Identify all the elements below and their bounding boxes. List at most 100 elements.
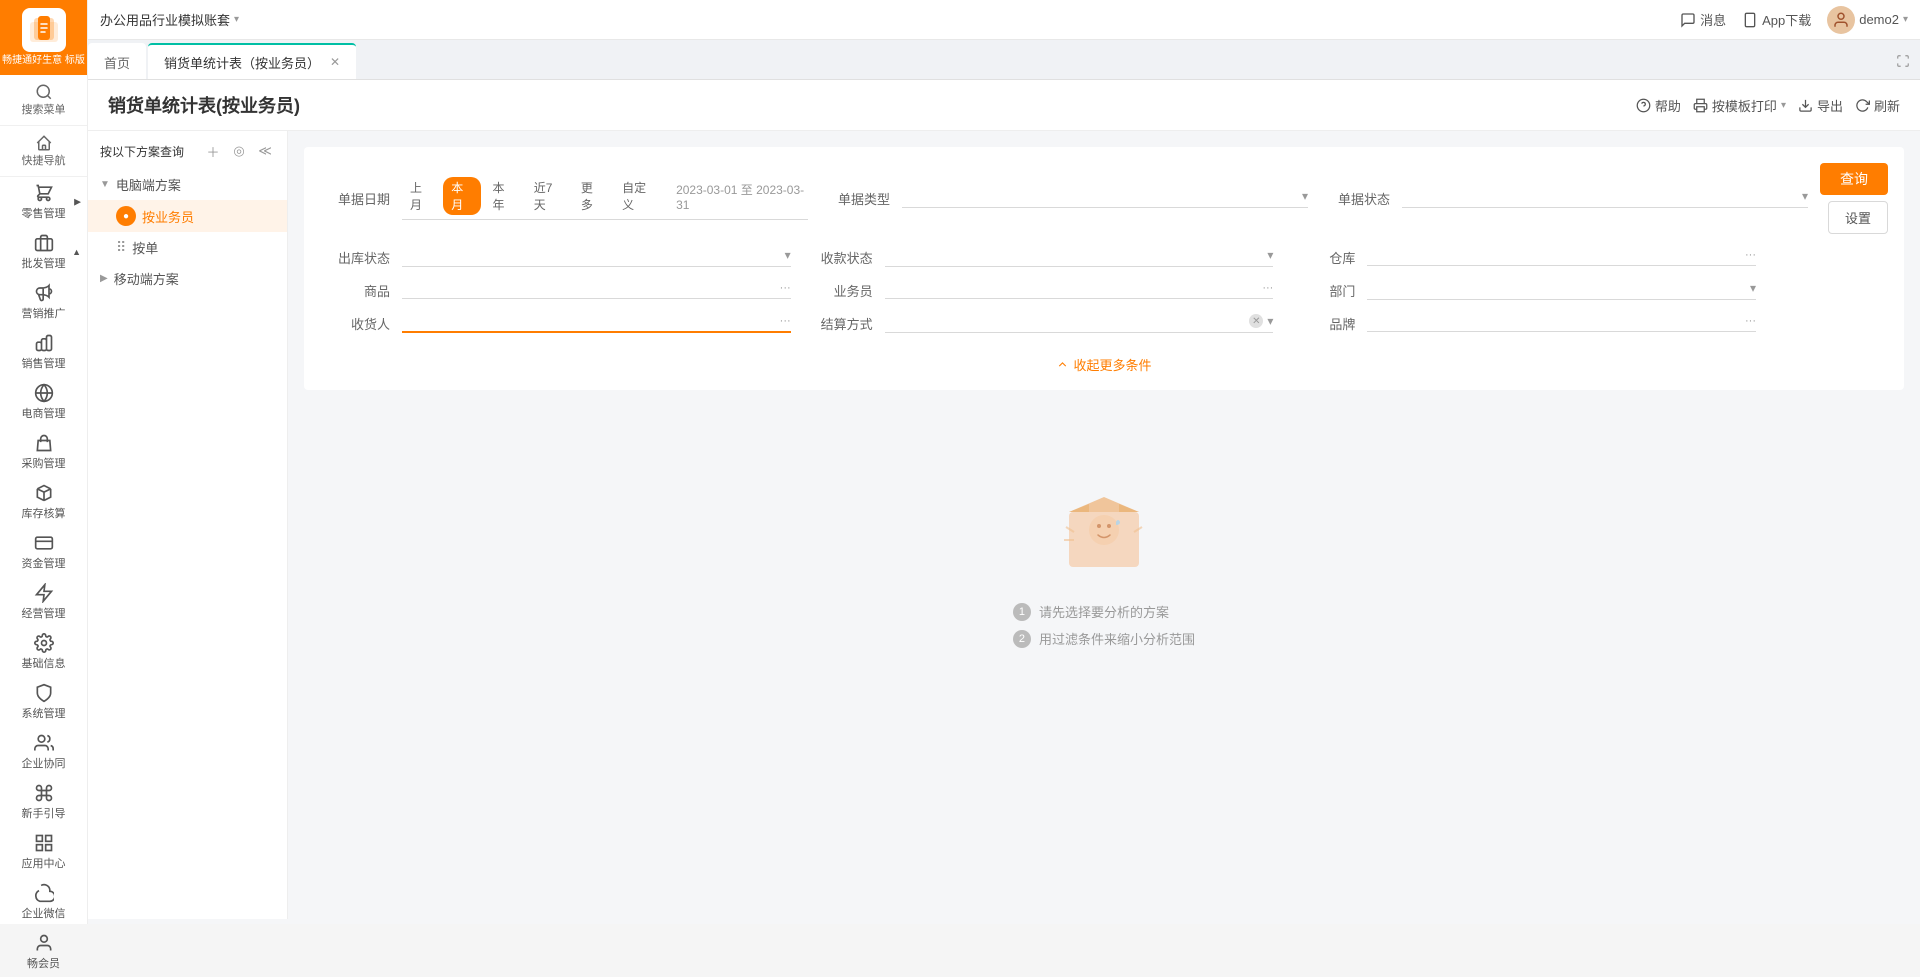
sidebar-item-member[interactable]: 畅会员 xyxy=(0,927,87,977)
filter-row-1: 单据日期 上月 本月 本年 近7天 更多 自定义 20 xyxy=(320,163,1888,234)
logo-text: 畅捷通好生意 标版 xyxy=(2,54,85,67)
brand-more[interactable]: ··· xyxy=(1745,315,1756,327)
sidebar-item-enterprise[interactable]: 企业协同 xyxy=(0,727,87,777)
consignee-field[interactable]: ··· xyxy=(402,315,791,333)
date-tab-lastmonth[interactable]: 上月 xyxy=(402,177,439,215)
sidebar-item-sales[interactable]: 销售管理 xyxy=(0,327,87,377)
date-tab-thisyear[interactable]: 本年 xyxy=(485,177,522,215)
sidebar-item-retail[interactable]: 零售管理 ▶ xyxy=(0,177,87,227)
user-name: demo2 xyxy=(1859,12,1899,27)
tabbar: 首页 销货单统计表（按业务员） ✕ xyxy=(88,40,1920,80)
avatar xyxy=(1827,6,1855,34)
collapse-btn[interactable]: 收起更多条件 xyxy=(1056,355,1151,374)
scheme-tree: ▼ 电脑端方案 ● 按业务员 ⠿ 按单 ▶ 移动 xyxy=(88,169,287,294)
logo-icon xyxy=(22,8,66,52)
scheme-by-order[interactable]: ⠿ 按单 xyxy=(88,232,287,263)
sidebar-item-finance[interactable]: 资金管理 xyxy=(0,527,87,577)
goods-label: 商品 xyxy=(320,281,390,300)
sidebar-wholesale-label: 批发管理 xyxy=(22,255,66,271)
sidebar-item-corpwechat[interactable]: 企业微信 xyxy=(0,877,87,927)
tab-home[interactable]: 首页 xyxy=(88,43,146,79)
content-body: 按以下方案查询 ＋ ◎ ≪ ▼ 电脑端方案 xyxy=(88,131,1920,919)
date-tab-thismonth[interactable]: 本月 xyxy=(443,177,480,215)
sidebar-item-appcenter[interactable]: 应用中心 xyxy=(0,827,87,877)
out-status-field[interactable]: ▾ xyxy=(402,248,791,267)
topbar: 办公用品行业模拟账套 ▾ 消息 App下载 demo2 ▾ xyxy=(88,0,1920,40)
page-header-actions: 帮助 按模板打印 ▾ 导出 刷新 xyxy=(1636,96,1900,127)
salesperson-field[interactable]: ··· xyxy=(885,282,1274,299)
date-tab-custom[interactable]: 自定义 xyxy=(614,177,662,215)
query-btn[interactable]: 查询 xyxy=(1820,163,1888,195)
goods-more[interactable]: ··· xyxy=(780,282,791,294)
template-print-label: 按模板打印 xyxy=(1712,96,1777,115)
empty-state: 1 请先选择要分析的方案 2 用过滤条件来缩小分析范围 xyxy=(304,402,1904,708)
sidebar-item-purchase[interactable]: 采购管理 xyxy=(0,427,87,477)
payment-arrow[interactable]: ▾ xyxy=(1267,314,1273,328)
payment-field[interactable]: ✕ ▾ xyxy=(885,314,1274,333)
department-arrow[interactable]: ▾ xyxy=(1750,281,1756,295)
app-download-btn[interactable]: App下载 xyxy=(1742,10,1811,29)
sidebar-logo[interactable]: 畅捷通好生意 标版 xyxy=(0,0,87,75)
doc-type-arrow[interactable]: ▾ xyxy=(1302,189,1308,203)
tab-close-btn[interactable]: ✕ xyxy=(330,55,340,69)
add-scheme-btn[interactable]: ＋ xyxy=(203,141,223,161)
warehouse-more[interactable]: ··· xyxy=(1745,249,1756,261)
sidebar-item-newuser[interactable]: 新手引导 xyxy=(0,777,87,827)
salesperson-more[interactable]: ··· xyxy=(1262,282,1273,294)
help-btn[interactable]: 帮助 xyxy=(1636,96,1681,115)
sidebar-item-operations[interactable]: 经营管理 xyxy=(0,577,87,627)
right-panel: 单据日期 上月 本月 本年 近7天 更多 自定义 20 xyxy=(288,131,1920,919)
collapse-panel-btn[interactable]: ≪ xyxy=(255,141,275,161)
receipt-status-field[interactable]: ▾ xyxy=(885,248,1274,267)
template-print-arrow[interactable]: ▾ xyxy=(1781,100,1786,111)
template-print-btn[interactable]: 按模板打印 ▾ xyxy=(1693,96,1786,115)
export-label: 导出 xyxy=(1817,96,1843,115)
search-label: 搜索菜单 xyxy=(22,101,66,117)
empty-tip-1: 1 请先选择要分析的方案 xyxy=(1013,602,1195,621)
page-title: 销货单统计表(按业务员) xyxy=(108,92,300,130)
export-btn[interactable]: 导出 xyxy=(1798,96,1843,115)
message-btn[interactable]: 消息 xyxy=(1680,10,1726,29)
product-dropdown-arrow[interactable]: ▾ xyxy=(234,14,239,25)
order-icon: ⠿ xyxy=(116,239,126,256)
user-area[interactable]: demo2 ▾ xyxy=(1827,6,1908,34)
scheme-by-salesperson[interactable]: ● 按业务员 xyxy=(88,200,287,232)
receipt-status-arrow[interactable]: ▾ xyxy=(1267,248,1273,262)
sidebar-item-marketing[interactable]: 营销推广 xyxy=(0,277,87,327)
doc-status-arrow[interactable]: ▾ xyxy=(1802,189,1808,203)
mobile-scheme-label: 移动端方案 xyxy=(114,269,179,288)
doc-status-field[interactable]: ▾ xyxy=(1402,189,1808,208)
sidebar-item-ecommerce[interactable]: 电商管理 xyxy=(0,377,87,427)
tab-home-label: 首页 xyxy=(104,53,130,72)
payment-clear-btn[interactable]: ✕ xyxy=(1249,314,1263,328)
doc-status-label: 单据状态 xyxy=(1320,189,1390,208)
department-field[interactable]: ▾ xyxy=(1367,281,1756,300)
scheme-desktop[interactable]: ▼ 电脑端方案 xyxy=(88,169,287,200)
sidebar-item-basic[interactable]: 基础信息 xyxy=(0,627,87,677)
doc-type-field[interactable]: ▾ xyxy=(902,189,1308,208)
tab-expand-btn[interactable] xyxy=(1886,43,1920,79)
date-tab-last7days[interactable]: 近7天 xyxy=(526,177,569,215)
sidebar-item-inventory[interactable]: 库存核算 xyxy=(0,477,87,527)
tab-sales-report[interactable]: 销货单统计表（按业务员） ✕ xyxy=(148,43,356,79)
search-menu-item[interactable]: 搜索菜单 xyxy=(0,75,87,126)
warehouse-field[interactable]: ··· xyxy=(1367,249,1756,266)
quick-nav-item[interactable]: 快捷导航 xyxy=(0,126,87,177)
date-tab-more[interactable]: 更多 xyxy=(573,177,610,215)
sidebar-item-wholesale[interactable]: 批发管理 ▲ xyxy=(0,227,87,277)
sidebar-operations-label: 经营管理 xyxy=(22,605,66,621)
scheme-mobile[interactable]: ▶ 移动端方案 xyxy=(88,263,287,294)
date-label: 单据日期 xyxy=(320,189,390,208)
filter-row-2: 出库状态 ▾ 收款状态 ▾ 仓库 xyxy=(320,248,1888,267)
sidebar-appcenter-label: 应用中心 xyxy=(22,855,66,871)
consignee-more[interactable]: ··· xyxy=(780,315,791,327)
sidebar-item-system[interactable]: 系统管理 xyxy=(0,677,87,727)
edit-scheme-btn[interactable]: ◎ xyxy=(229,141,249,161)
out-status-arrow[interactable]: ▾ xyxy=(785,248,791,262)
message-label: 消息 xyxy=(1700,10,1726,29)
sidebar-ecommerce-label: 电商管理 xyxy=(22,405,66,421)
refresh-btn[interactable]: 刷新 xyxy=(1855,96,1900,115)
goods-field[interactable]: ··· xyxy=(402,282,791,299)
brand-field[interactable]: ··· xyxy=(1367,315,1756,332)
settings-btn[interactable]: 设置 xyxy=(1828,201,1888,234)
